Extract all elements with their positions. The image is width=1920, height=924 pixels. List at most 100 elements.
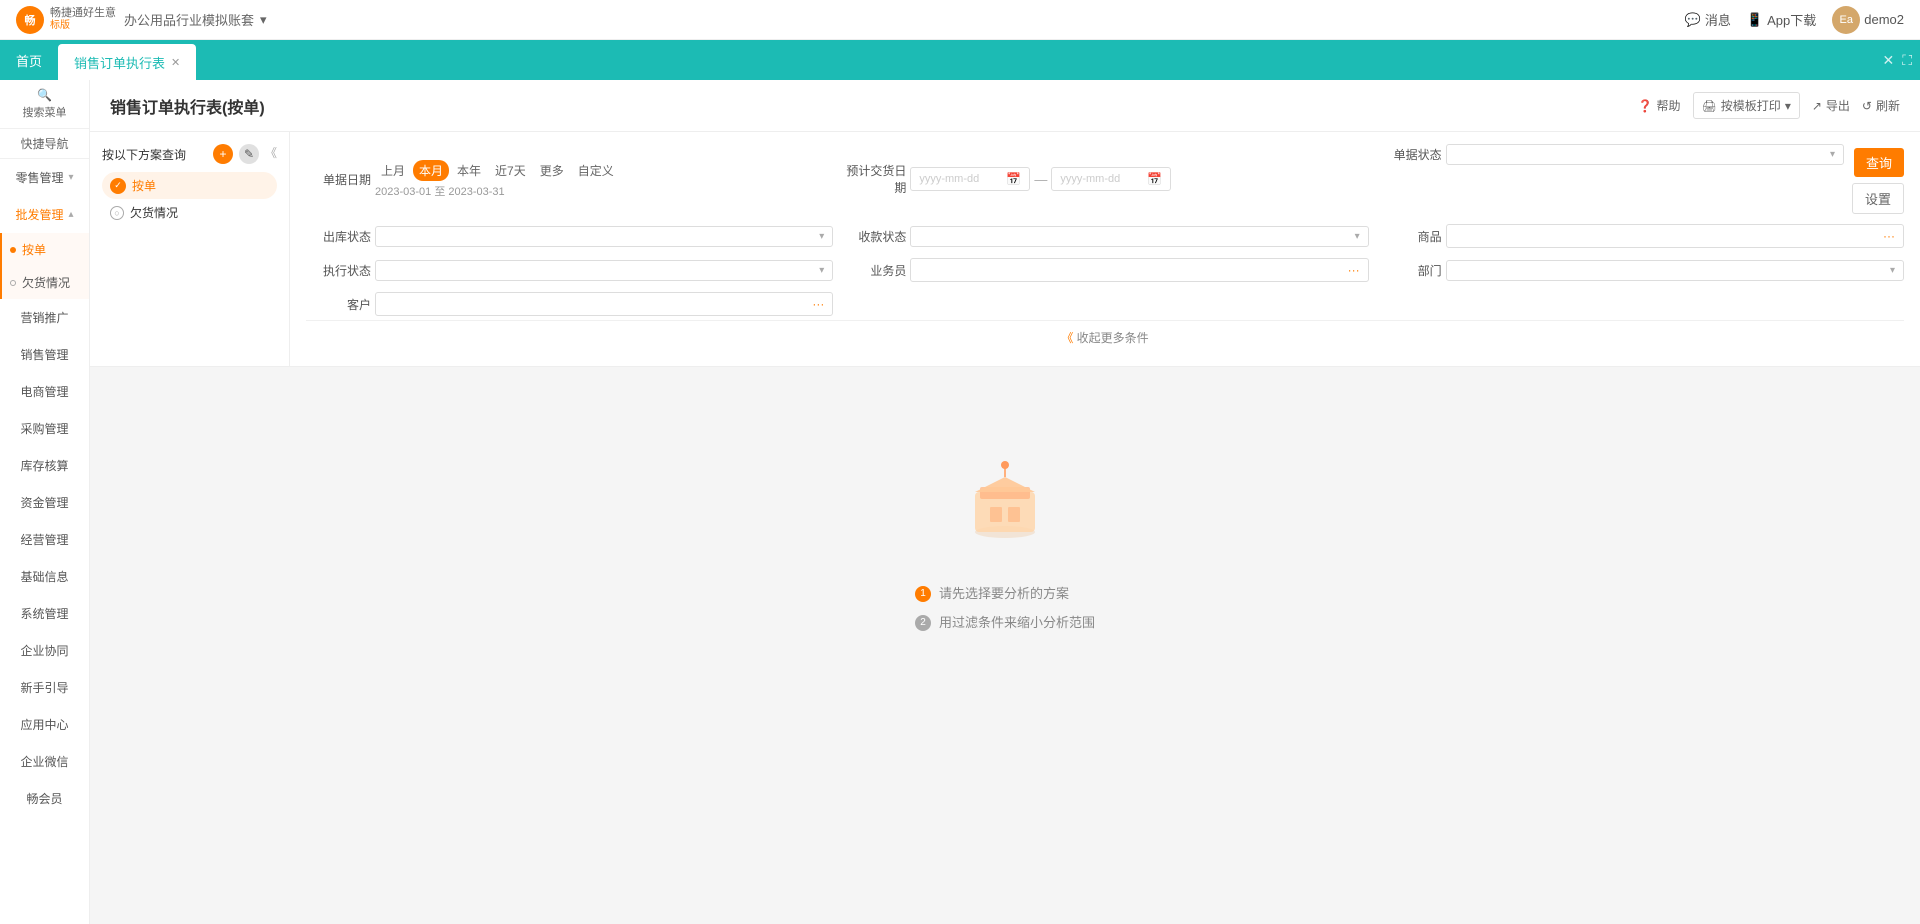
scheme-add-btn[interactable]: +	[213, 144, 233, 164]
outbound-select[interactable]: ▾	[375, 226, 833, 247]
dept-select-arrow: ▾	[1890, 265, 1895, 276]
filter-row-4: 客户 ···	[306, 292, 1904, 316]
sidebar-item-newuser[interactable]: 新手引导	[0, 669, 89, 706]
main-area: 🔍 搜索菜单 快捷导航 零售管理 ▾ 批发管理 ▴ 按单 欠货情况 营销推广	[0, 80, 1920, 924]
tab-sales-exec[interactable]: 销售订单执行表 ✕	[58, 44, 196, 80]
print-icon: 🖨	[1702, 99, 1717, 113]
filter-row-1: 单据日期 上月 本月 本年 近7天 更多 自定义 2023-03-01 至 20…	[306, 144, 1904, 214]
top-bar-left: 畅 畅捷通好生意 标版 办公用品行业模拟账套 ▾	[16, 6, 267, 34]
message-icon: 💬	[1685, 12, 1701, 28]
date-tab-more[interactable]: 更多	[534, 160, 570, 181]
exec-status-select[interactable]: ▾	[375, 260, 833, 281]
empty-instructions: 1 请先选择要分析的方案 2 用过滤条件来缩小分析范围	[915, 582, 1095, 635]
salesperson-more-btn[interactable]: ···	[1348, 263, 1360, 277]
sidebar-item-finance[interactable]: 资金管理	[0, 484, 89, 521]
query-btn[interactable]: 查询	[1854, 148, 1904, 177]
empty-state: 1 请先选择要分析的方案 2 用过滤条件来缩小分析范围	[90, 367, 1920, 715]
export-btn[interactable]: ↗ 导出	[1812, 97, 1850, 114]
outbound-field: 出库状态 ▾	[306, 224, 833, 248]
date-tab-last-month[interactable]: 上月	[375, 160, 411, 181]
payment-select[interactable]: ▾	[910, 226, 1368, 247]
date-tab-this-month[interactable]: 本月	[413, 160, 449, 181]
sidebar-item-member[interactable]: 畅会员	[0, 780, 89, 817]
sidebar-item-sales[interactable]: 销售管理	[0, 336, 89, 373]
exec-select-arrow: ▾	[819, 265, 824, 276]
inactive-dot-icon	[10, 280, 16, 286]
scheme-item-press[interactable]: ✓ 按单	[102, 172, 277, 199]
user-profile[interactable]: Ea demo2	[1832, 6, 1904, 34]
date-tab-custom[interactable]: 自定义	[572, 160, 620, 181]
sidebar-item-ecommerce[interactable]: 电商管理	[0, 373, 89, 410]
avatar: Ea	[1832, 6, 1860, 34]
sidebar-item-debt[interactable]: 欠货情况	[2, 266, 89, 299]
app-download-btn[interactable]: 📱 App下载	[1747, 10, 1816, 29]
app-name: 畅捷通好生意 标版	[50, 7, 116, 32]
top-bar-right: 💬 消息 📱 App下载 Ea demo2	[1685, 6, 1904, 34]
scheme-inactive-icon: ○	[110, 206, 124, 220]
refresh-btn[interactable]: ↺ 刷新	[1862, 97, 1900, 114]
sidebar-search[interactable]: 🔍 搜索菜单	[0, 80, 89, 129]
payment-field: 收款状态 ▾	[841, 224, 1368, 248]
doc-status-select[interactable]: ▾	[1446, 144, 1844, 165]
logo-area: 畅 畅捷通好生意 标版	[16, 6, 116, 34]
customer-field: 客户 ···	[306, 292, 833, 316]
tab-controls: ✕ ⛶	[1882, 40, 1920, 80]
sidebar-item-press-order[interactable]: 按单	[2, 233, 89, 266]
chevron-down-icon: ▾	[68, 172, 73, 183]
step-1-icon: 1	[915, 586, 931, 602]
tab-close-btn[interactable]: ✕	[1882, 52, 1894, 69]
empty-illustration	[955, 447, 1055, 550]
top-bar: 畅 畅捷通好生意 标版 办公用品行业模拟账套 ▾ 💬 消息 📱 App下载 Ea…	[0, 0, 1920, 40]
sidebar-item-basic[interactable]: 基础信息	[0, 558, 89, 595]
expected-date-to[interactable]: yyyy-mm-dd 📅	[1051, 167, 1171, 191]
collapse-icon: 《	[1061, 331, 1073, 345]
sidebar-item-retail[interactable]: 零售管理 ▾	[0, 159, 89, 196]
date-tab-this-year[interactable]: 本年	[451, 160, 487, 181]
scheme-item-debt[interactable]: ○ 欠货情况	[102, 199, 277, 226]
doc-status-and-query: 单据状态 ▾ 查询 设置	[1377, 144, 1904, 214]
sidebar-item-system[interactable]: 系统管理	[0, 595, 89, 632]
chevron-up-icon: ▴	[68, 209, 73, 220]
collapse-more-btn[interactable]: 《 收起更多条件	[306, 320, 1904, 354]
scheme-collapse-btn[interactable]: 《	[265, 144, 277, 164]
filter-row-3: 执行状态 ▾ 业务员 ··· 部门	[306, 258, 1904, 282]
date-tab-7days[interactable]: 近7天	[489, 160, 532, 181]
scheme-edit-btn[interactable]: ✎	[239, 144, 259, 164]
sidebar-quick-nav[interactable]: 快捷导航	[0, 129, 89, 159]
sidebar-item-purchase[interactable]: 采购管理	[0, 410, 89, 447]
calendar-icon-1[interactable]: 📅	[1006, 172, 1021, 186]
date-tabs: 上月 本月 本年 近7天 更多 自定义	[375, 160, 833, 181]
tab-close-icon[interactable]: ✕	[171, 56, 180, 69]
doc-status-field: 单据状态 ▾	[1377, 144, 1844, 165]
settings-btn[interactable]: 设置	[1852, 183, 1904, 214]
tab-bar: 首页 销售订单执行表 ✕ ✕ ⛶	[0, 40, 1920, 80]
dept-select[interactable]: ▾	[1446, 260, 1904, 281]
tab-home[interactable]: 首页	[0, 40, 58, 80]
scheme-title: 按以下方案查询 + ✎ 《	[102, 144, 277, 164]
expected-date-from[interactable]: yyyy-mm-dd 📅	[910, 167, 1030, 191]
date-range-text: 2023-03-01 至 2023-03-31	[375, 183, 833, 199]
sidebar-item-operation[interactable]: 经营管理	[0, 521, 89, 558]
help-icon: ❓	[1638, 99, 1653, 113]
sidebar-item-wholesale[interactable]: 批发管理 ▴	[0, 196, 89, 233]
sidebar-item-appstore[interactable]: 应用中心	[0, 706, 89, 743]
goods-more-btn[interactable]: ···	[1883, 229, 1895, 243]
tab-expand-btn[interactable]: ⛶	[1902, 52, 1912, 69]
page-content: 销售订单执行表(按单) ❓ 帮助 🖨 按模板打印 ▾ ↗ 导出 ↺ 刷新	[90, 80, 1920, 924]
empty-svg	[955, 447, 1055, 547]
filter-row-2: 出库状态 ▾ 收款状态 ▾ 商品	[306, 224, 1904, 248]
dept-field: 部门 ▾	[1377, 258, 1904, 282]
search-icon: 🔍	[37, 88, 52, 102]
sidebar-item-inventory[interactable]: 库存核算	[0, 447, 89, 484]
message-btn[interactable]: 💬 消息	[1685, 10, 1731, 29]
sidebar-item-wechat[interactable]: 企业微信	[0, 743, 89, 780]
sidebar-item-enterprise[interactable]: 企业协同	[0, 632, 89, 669]
customer-more-btn[interactable]: ···	[812, 297, 824, 311]
print-btn[interactable]: 🖨 按模板打印 ▾	[1693, 92, 1800, 119]
help-btn[interactable]: ❓ 帮助	[1638, 97, 1681, 114]
active-dot-icon	[10, 247, 16, 253]
sidebar-item-marketing[interactable]: 营销推广	[0, 299, 89, 336]
select-arrow-icon: ▾	[1830, 149, 1835, 160]
refresh-icon: ↺	[1862, 99, 1872, 113]
calendar-icon-2[interactable]: 📅	[1147, 172, 1162, 186]
